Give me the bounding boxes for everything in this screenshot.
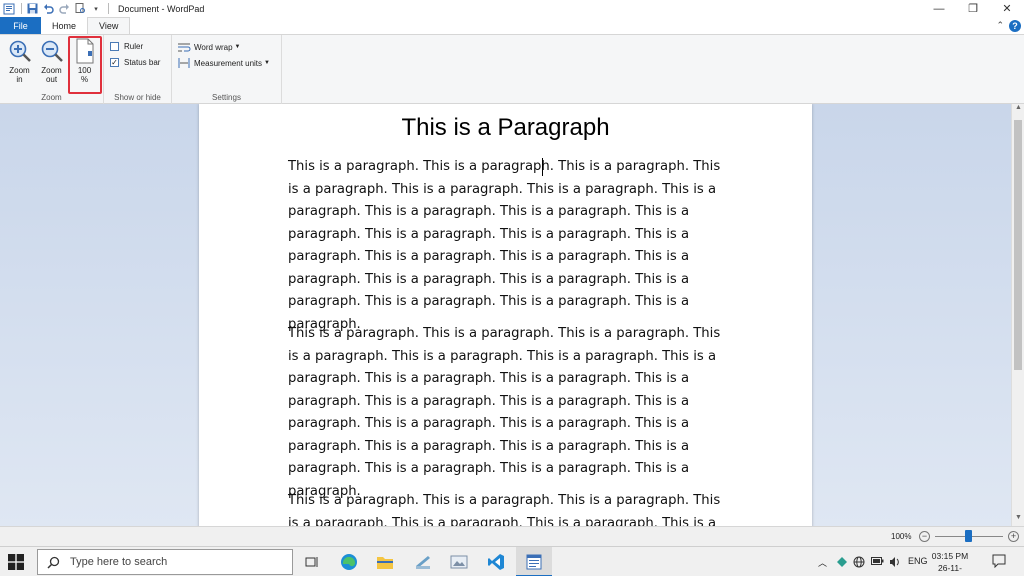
tab-home[interactable]: Home — [41, 17, 87, 34]
paragraph-3[interactable]: This is a paragraph. This is a paragraph… — [288, 490, 728, 526]
status-bar-checkbox[interactable]: ✓ — [110, 58, 119, 67]
zoom-group-label: Zoom — [41, 93, 62, 102]
chevron-down-icon: ▼ — [264, 60, 270, 66]
redo-icon[interactable] — [57, 2, 71, 16]
zoom-slider-thumb[interactable] — [965, 530, 972, 542]
document-heading[interactable]: This is a Paragraph — [199, 114, 812, 142]
ribbon-view: Zoom in Zoom out 100 % Zoom Show or hide… — [0, 34, 1024, 104]
word-wrap-label: Word wrap — [194, 42, 233, 52]
paragraph-2[interactable]: This is a paragraph. This is a paragraph… — [288, 323, 728, 503]
zoom-out-button[interactable]: Zoom out — [37, 38, 66, 84]
status-bar-label: Status bar — [124, 58, 161, 67]
window-title: Document - WordPad — [118, 3, 205, 14]
paragraph-1[interactable]: This is a paragraph. This is a paragraph… — [288, 156, 728, 336]
zoom-out-icon[interactable]: − — [919, 531, 930, 542]
file-explorer-icon[interactable] — [376, 553, 394, 571]
clock-date: 26-11-2022 — [938, 563, 962, 576]
zoom-in-icon[interactable]: + — [1008, 531, 1019, 542]
taskbar-clock[interactable]: 03:15 PM 26-11-2022 — [930, 550, 970, 576]
minimize-ribbon-icon[interactable]: ⌃ — [996, 20, 1004, 31]
zoom-percentage: 100% — [891, 532, 912, 541]
print-preview-icon[interactable] — [73, 2, 87, 16]
status-bar: 100% − + — [0, 526, 1024, 546]
vertical-scrollbar[interactable]: ▲ ▼ — [1011, 104, 1024, 526]
quick-access-toolbar: ▾ — [0, 0, 112, 17]
zoom-in-label-2: in — [16, 75, 23, 84]
taskbar-search-box[interactable]: Type here to search — [37, 549, 293, 575]
zoom-out-label-2: out — [45, 75, 58, 84]
scroll-up-icon[interactable]: ▲ — [1012, 104, 1024, 116]
battery-icon[interactable] — [871, 556, 884, 568]
photos-icon[interactable] — [450, 553, 468, 571]
scroll-down-icon[interactable]: ▼ — [1012, 514, 1024, 526]
close-button[interactable]: ✕ — [990, 0, 1024, 17]
notification-center-icon[interactable] — [992, 554, 1006, 570]
clock-time: 03:15 PM — [931, 551, 969, 561]
tab-view[interactable]: View — [87, 17, 131, 34]
restore-button[interactable]: ❐ — [956, 0, 990, 17]
measurement-units-icon — [178, 58, 192, 68]
help-icon[interactable]: ? — [1009, 20, 1021, 32]
ruler-checkbox[interactable] — [110, 42, 119, 51]
ruler-checkbox-row[interactable]: Ruler — [110, 42, 143, 51]
taskbar: Type here to search ︿ ENG 03:15 PM 26-11… — [0, 546, 1024, 576]
volume-icon[interactable] — [889, 556, 901, 570]
task-view-icon[interactable] — [303, 553, 321, 571]
tray-app-icon[interactable] — [836, 556, 848, 570]
windows-start-icon[interactable] — [8, 554, 24, 570]
customize-qat-dropdown-icon[interactable]: ▾ — [89, 2, 103, 16]
highlight-box — [68, 36, 102, 94]
undo-icon[interactable] — [41, 2, 55, 16]
edge-browser-icon[interactable] — [340, 553, 358, 571]
search-placeholder: Type here to search — [70, 556, 168, 568]
ruler-label: Ruler — [124, 42, 144, 51]
ribbon-tabs: File Home View ⌃ ? — [0, 17, 1024, 34]
show-hidden-icons-chevron-icon[interactable]: ︿ — [818, 556, 827, 569]
zoom-out-icon — [40, 38, 64, 64]
zoom-group: Zoom in Zoom out 100 % Zoom — [0, 35, 104, 104]
title-bar: ▾ Document - WordPad — ❐ ✕ — [0, 0, 1024, 17]
minimize-button[interactable]: — — [922, 0, 956, 17]
save-icon[interactable] — [25, 2, 39, 16]
app-icon[interactable] — [414, 553, 432, 571]
measurement-units-label: Measurement units — [194, 58, 263, 68]
zoom-in-button[interactable]: Zoom in — [5, 38, 34, 84]
word-wrap-dropdown[interactable]: Word wrap ▼ — [178, 42, 240, 52]
word-wrap-icon — [178, 42, 192, 52]
language-indicator[interactable]: ENG — [908, 556, 928, 566]
network-globe-icon[interactable] — [853, 556, 865, 570]
zoom-out-label-1: Zoom — [41, 66, 62, 75]
tab-file[interactable]: File — [0, 17, 41, 34]
search-icon — [47, 556, 60, 569]
wordpad-app-icon[interactable] — [2, 2, 16, 16]
wordpad-taskbar-icon — [525, 553, 543, 571]
qat-separator — [21, 3, 22, 14]
chevron-down-icon: ▼ — [234, 44, 241, 50]
settings-group-label: Settings — [212, 93, 241, 102]
document-page[interactable]: This is a Paragraph This is a paragraph.… — [199, 104, 812, 526]
qat-separator — [108, 3, 109, 14]
show-hide-group-label: Show or hide — [114, 93, 161, 102]
status-bar-checkbox-row[interactable]: ✓ Status bar — [110, 58, 160, 67]
text-caret — [542, 158, 543, 176]
window-controls: — ❐ ✕ — [922, 0, 1024, 17]
document-area: This is a Paragraph This is a paragraph.… — [0, 104, 1011, 526]
scrollbar-thumb[interactable] — [1014, 120, 1022, 370]
vs-code-icon[interactable] — [487, 553, 505, 571]
zoom-in-label-1: Zoom — [9, 66, 30, 75]
zoom-in-icon — [8, 38, 32, 64]
measurement-units-dropdown[interactable]: Measurement units ▼ — [178, 58, 270, 68]
